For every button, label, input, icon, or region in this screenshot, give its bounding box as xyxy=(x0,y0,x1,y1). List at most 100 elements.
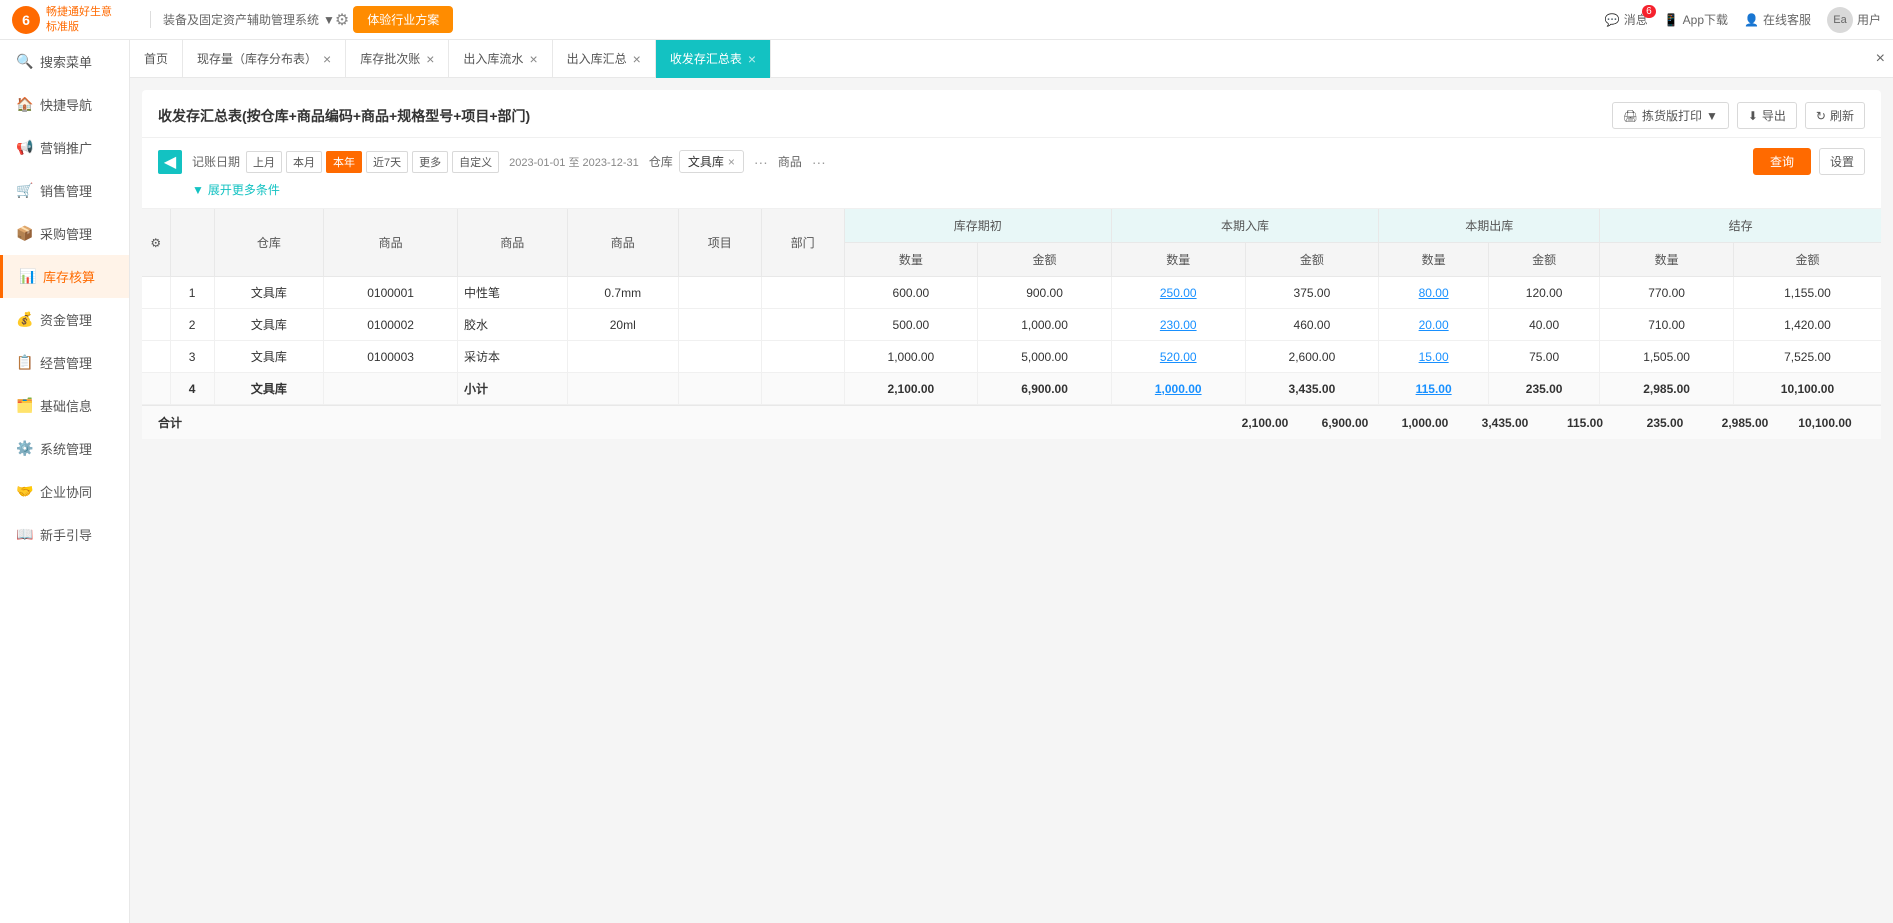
filter-collapse-btn[interactable]: ◀ xyxy=(158,150,182,174)
sidebar-item-operations[interactable]: 📋 经营管理 xyxy=(0,341,129,384)
out-qty-link[interactable]: 20.00 xyxy=(1419,318,1449,332)
tab-bar: 首页 现存量（库存分布表） × 库存批次账 × 出入库流水 × 出入库汇总 × … xyxy=(130,40,1893,78)
cell-out-qty[interactable]: 15.00 xyxy=(1379,341,1489,373)
in-qty-link[interactable]: 1,000.00 xyxy=(1155,382,1202,396)
print-btn[interactable]: 🖨 拣货版打印 ▼ xyxy=(1612,102,1729,129)
sidebar-item-inventory[interactable]: 📊 库存核算 xyxy=(0,255,129,298)
user-menu[interactable]: Ea 用户 xyxy=(1827,7,1881,33)
cell-out-qty[interactable]: 80.00 xyxy=(1379,277,1489,309)
sidebar-item-purchase[interactable]: 📦 采购管理 xyxy=(0,212,129,255)
date-btn-more[interactable]: 更多 xyxy=(412,151,448,173)
date-btn-this-year[interactable]: 本年 xyxy=(326,151,362,173)
cell-open-qty: 1,000.00 xyxy=(844,341,978,373)
tab-close-batch[interactable]: × xyxy=(426,51,434,67)
export-btn[interactable]: ⬇ 导出 xyxy=(1737,102,1797,129)
cell-in-qty[interactable]: 230.00 xyxy=(1111,309,1245,341)
cell-close-amt: 10,100.00 xyxy=(1733,373,1881,405)
cell-code: 0100002 xyxy=(324,309,458,341)
th-in-amt: 金额 xyxy=(1245,243,1379,277)
cell-close-amt: 1,155.00 xyxy=(1733,277,1881,309)
cell-in-qty[interactable]: 250.00 xyxy=(1111,277,1245,309)
sys-title-dropdown[interactable]: ▼ xyxy=(323,13,335,27)
tab-close-receive-summary[interactable]: × xyxy=(748,51,756,67)
download-icon: 📱 xyxy=(1664,13,1679,27)
tab-close-inventory-dist[interactable]: × xyxy=(323,51,331,67)
sidebar-item-search[interactable]: 🔍 搜索菜单 xyxy=(0,40,129,83)
tab-receive-summary[interactable]: 收发存汇总表 × xyxy=(656,40,771,78)
footer-in-amt: 3,435.00 xyxy=(1465,416,1545,430)
cell-in-amt: 2,600.00 xyxy=(1245,341,1379,373)
sidebar-item-quicknav[interactable]: 🏠 快捷导航 xyxy=(0,83,129,126)
in-qty-link[interactable]: 250.00 xyxy=(1160,286,1197,300)
query-btn[interactable]: 查询 xyxy=(1753,148,1811,175)
warehouse-more[interactable]: ··· xyxy=(754,154,768,170)
sidebar-item-sales[interactable]: 🛒 销售管理 xyxy=(0,169,129,212)
sidebar-item-system[interactable]: ⚙️ 系统管理 xyxy=(0,427,129,470)
sidebar-item-marketing[interactable]: 📢 营销推广 xyxy=(0,126,129,169)
cell-open-amt: 900.00 xyxy=(978,277,1112,309)
date-btn-this-month[interactable]: 本月 xyxy=(286,151,322,173)
out-qty-link[interactable]: 80.00 xyxy=(1419,286,1449,300)
cell-settings xyxy=(142,341,170,373)
in-qty-link[interactable]: 230.00 xyxy=(1160,318,1197,332)
experience-btn[interactable]: 体验行业方案 xyxy=(353,6,453,33)
out-qty-link[interactable]: 15.00 xyxy=(1419,350,1449,364)
warehouse-tag-close[interactable]: × xyxy=(728,155,735,169)
expand-conditions-btn[interactable]: ▼ 展开更多条件 xyxy=(192,181,280,198)
clipboard-icon: 📋 xyxy=(16,354,32,371)
header-right: 💬 消息 6 📱 App下载 👤 在线客服 Ea 用户 xyxy=(1605,7,1881,33)
logo-icon: 6 xyxy=(12,6,40,34)
printer-icon: 🖨 xyxy=(1623,109,1638,123)
warehouse-label: 仓库 xyxy=(649,153,673,170)
footer-label: 合计 xyxy=(158,414,358,431)
warehouse-filter-group: 仓库 文具库 × ··· xyxy=(649,150,768,173)
cell-out-qty[interactable]: 115.00 xyxy=(1379,373,1489,405)
tab-inout-flow[interactable]: 出入库流水 × xyxy=(449,40,552,78)
tab-close-inout-summary[interactable]: × xyxy=(633,51,641,67)
th-opening-group: 库存期初 xyxy=(844,209,1111,243)
date-btn-custom[interactable]: 自定义 xyxy=(452,151,499,173)
cell-dept xyxy=(761,309,844,341)
goods-more[interactable]: ··· xyxy=(812,154,826,170)
sidebar-item-collab[interactable]: 🤝 企业协同 xyxy=(0,470,129,513)
table-row: 2 文具库 0100002 胶水 20ml 500.00 1,000.00 23… xyxy=(142,309,1881,341)
in-qty-link[interactable]: 520.00 xyxy=(1160,350,1197,364)
message-btn[interactable]: 💬 消息 6 xyxy=(1605,11,1648,28)
table-row: 4 文具库 小计 2,100.00 6,900.00 1,000.00 3,43… xyxy=(142,373,1881,405)
cell-in-qty[interactable]: 1,000.00 xyxy=(1111,373,1245,405)
cell-project xyxy=(678,277,761,309)
cell-out-qty[interactable]: 20.00 xyxy=(1379,309,1489,341)
tab-close-inout-flow[interactable]: × xyxy=(529,51,537,67)
page-content: 收发存汇总表(按仓库+商品编码+商品+规格型号+项目+部门) 🖨 拣货版打印 ▼… xyxy=(130,78,1893,923)
sidebar-item-guide[interactable]: 📖 新手引导 xyxy=(0,513,129,556)
tab-home[interactable]: 首页 xyxy=(130,40,183,78)
cell-close-amt: 1,420.00 xyxy=(1733,309,1881,341)
cell-name: 采访本 xyxy=(457,341,567,373)
avatar: Ea xyxy=(1827,7,1853,33)
refresh-btn[interactable]: ↻ 刷新 xyxy=(1805,102,1865,129)
th-settings[interactable]: ⚙ xyxy=(142,209,170,277)
settings-btn[interactable]: 设置 xyxy=(1819,148,1865,175)
cell-in-qty[interactable]: 520.00 xyxy=(1111,341,1245,373)
date-btn-last-month[interactable]: 上月 xyxy=(246,151,282,173)
tab-close-all[interactable]: × xyxy=(1876,50,1893,68)
data-table: ⚙ 仓库 商品 商品 商品 项目 部门 库存期初 本期入库 本期出库 xyxy=(142,209,1881,405)
tab-inout-summary[interactable]: 出入库汇总 × xyxy=(553,40,656,78)
sidebar-item-basic[interactable]: 🗂️ 基础信息 xyxy=(0,384,129,427)
cell-out-amt: 120.00 xyxy=(1489,277,1600,309)
cell-dept xyxy=(761,341,844,373)
search-icon: 🔍 xyxy=(16,53,32,70)
sidebar-item-finance[interactable]: 💰 资金管理 xyxy=(0,298,129,341)
date-btn-7days[interactable]: 近7天 xyxy=(366,151,408,173)
th-close-qty: 数量 xyxy=(1600,243,1734,277)
app-download-btn[interactable]: 📱 App下载 xyxy=(1664,11,1728,28)
out-qty-link[interactable]: 115.00 xyxy=(1416,382,1452,396)
cell-warehouse: 文具库 xyxy=(214,341,324,373)
cell-code: 0100003 xyxy=(324,341,458,373)
settings-icon[interactable]: ⚙ xyxy=(335,10,349,30)
th-in-qty: 数量 xyxy=(1111,243,1245,277)
online-service-btn[interactable]: 👤 在线客服 xyxy=(1744,11,1811,28)
tab-batch[interactable]: 库存批次账 × xyxy=(346,40,449,78)
cell-no: 1 xyxy=(170,277,214,309)
tab-inventory-dist[interactable]: 现存量（库存分布表） × xyxy=(183,40,346,78)
